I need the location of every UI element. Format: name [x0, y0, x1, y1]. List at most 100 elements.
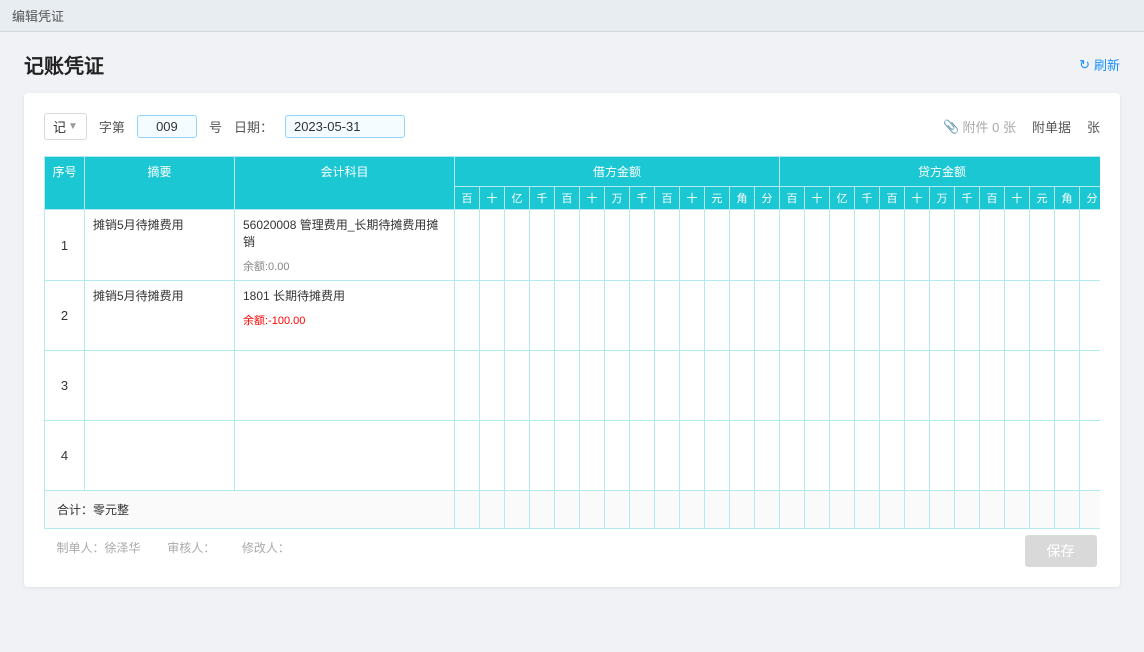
- debit-digit-cell-r3-c8[interactable]: [655, 421, 680, 491]
- credit-digit-cell-r1-c9[interactable]: [1005, 281, 1030, 351]
- credit-digit-cell-r3-c1[interactable]: [805, 421, 830, 491]
- debit-digit-cell-r0-c3[interactable]: [530, 210, 555, 281]
- debit-digit-cell-r2-c4[interactable]: [555, 351, 580, 421]
- credit-digit-cell-r1-c5[interactable]: [905, 281, 930, 351]
- credit-digit-cell-r2-c8[interactable]: [980, 351, 1005, 421]
- credit-digit-cell-r0-c9[interactable]: [1005, 210, 1030, 281]
- debit-digit-cell-r0-c10[interactable]: [705, 210, 730, 281]
- debit-digit-cell-r2-c9[interactable]: [680, 351, 705, 421]
- credit-digit-cell-r2-c7[interactable]: [955, 351, 980, 421]
- debit-digit-cell-r1-c11[interactable]: [730, 281, 755, 351]
- credit-digit-cell-r2-c0[interactable]: [780, 351, 805, 421]
- debit-digit-cell-r2-c6[interactable]: [605, 351, 630, 421]
- refresh-button[interactable]: ↻ 刷新: [1079, 55, 1120, 74]
- credit-digit-cell-r2-c10[interactable]: [1030, 351, 1055, 421]
- credit-digit-cell-r3-c2[interactable]: [830, 421, 855, 491]
- credit-digit-cell-r2-c3[interactable]: [855, 351, 880, 421]
- debit-digit-cell-r2-c0[interactable]: [455, 351, 480, 421]
- credit-digit-cell-r3-c4[interactable]: [880, 421, 905, 491]
- credit-digit-cell-r3-c7[interactable]: [955, 421, 980, 491]
- debit-digit-cell-r0-c0[interactable]: [455, 210, 480, 281]
- credit-digit-cell-r0-c0[interactable]: [780, 210, 805, 281]
- attachment-link[interactable]: 📎 附件 0 张: [943, 117, 1016, 136]
- debit-digit-cell-r1-c3[interactable]: [530, 281, 555, 351]
- credit-digit-cell-r0-c6[interactable]: [930, 210, 955, 281]
- debit-digit-cell-r0-c4[interactable]: [555, 210, 580, 281]
- voucher-type-dropdown[interactable]: 记 ▼: [44, 113, 87, 140]
- row-memo-0[interactable]: 摊销5月待摊费用: [85, 210, 235, 281]
- debit-digit-cell-r3-c9[interactable]: [680, 421, 705, 491]
- debit-digit-cell-r3-c3[interactable]: [530, 421, 555, 491]
- debit-digit-cell-r1-c1[interactable]: [480, 281, 505, 351]
- row-memo-2[interactable]: [85, 351, 235, 421]
- debit-digit-cell-r3-c0[interactable]: [455, 421, 480, 491]
- credit-digit-cell-r0-c5[interactable]: [905, 210, 930, 281]
- credit-digit-cell-r3-c8[interactable]: [980, 421, 1005, 491]
- debit-digit-cell-r0-c5[interactable]: [580, 210, 605, 281]
- credit-digit-cell-r2-c5[interactable]: [905, 351, 930, 421]
- debit-digit-cell-r0-c1[interactable]: [480, 210, 505, 281]
- credit-digit-cell-r1-c0[interactable]: [780, 281, 805, 351]
- credit-digit-cell-r2-c11[interactable]: [1055, 351, 1080, 421]
- debit-digit-cell-r1-c2[interactable]: [505, 281, 530, 351]
- row-subject-3[interactable]: [235, 421, 455, 491]
- debit-digit-cell-r0-c12[interactable]: [755, 210, 780, 281]
- credit-digit-cell-r0-c4[interactable]: [880, 210, 905, 281]
- credit-digit-cell-r1-c1[interactable]: [805, 281, 830, 351]
- credit-digit-cell-r1-c7[interactable]: [955, 281, 980, 351]
- credit-digit-cell-r1-c2[interactable]: [830, 281, 855, 351]
- debit-digit-cell-r3-c6[interactable]: [605, 421, 630, 491]
- debit-digit-cell-r1-c5[interactable]: [580, 281, 605, 351]
- row-subject-0[interactable]: 56020008 管理费用_长期待摊费用摊销余额:0.00: [235, 210, 455, 281]
- date-input[interactable]: [285, 115, 405, 138]
- debit-digit-cell-r3-c1[interactable]: [480, 421, 505, 491]
- debit-digit-cell-r0-c2[interactable]: [505, 210, 530, 281]
- credit-digit-cell-r0-c10[interactable]: [1030, 210, 1055, 281]
- credit-digit-cell-r0-c12[interactable]: [1080, 210, 1101, 281]
- credit-digit-cell-r2-c1[interactable]: [805, 351, 830, 421]
- debit-digit-cell-r3-c5[interactable]: [580, 421, 605, 491]
- debit-digit-cell-r2-c1[interactable]: [480, 351, 505, 421]
- credit-digit-cell-r0-c2[interactable]: [830, 210, 855, 281]
- debit-digit-cell-r3-c7[interactable]: [630, 421, 655, 491]
- credit-digit-cell-r2-c4[interactable]: [880, 351, 905, 421]
- credit-digit-cell-r1-c10[interactable]: [1030, 281, 1055, 351]
- credit-digit-cell-r0-c3[interactable]: [855, 210, 880, 281]
- credit-digit-cell-r0-c11[interactable]: [1055, 210, 1080, 281]
- credit-digit-cell-r3-c3[interactable]: [855, 421, 880, 491]
- debit-digit-cell-r1-c6[interactable]: [605, 281, 630, 351]
- credit-digit-cell-r0-c7[interactable]: [955, 210, 980, 281]
- debit-digit-cell-r0-c8[interactable]: [655, 210, 680, 281]
- credit-digit-cell-r1-c8[interactable]: [980, 281, 1005, 351]
- debit-digit-cell-r0-c7[interactable]: [630, 210, 655, 281]
- credit-digit-cell-r3-c6[interactable]: [930, 421, 955, 491]
- credit-digit-cell-r1-c6[interactable]: [930, 281, 955, 351]
- debit-digit-cell-r1-c10[interactable]: [705, 281, 730, 351]
- credit-digit-cell-r1-c11[interactable]: [1055, 281, 1080, 351]
- debit-digit-cell-r2-c8[interactable]: [655, 351, 680, 421]
- debit-digit-cell-r1-c7[interactable]: [630, 281, 655, 351]
- debit-digit-cell-r3-c11[interactable]: [730, 421, 755, 491]
- debit-digit-cell-r1-c9[interactable]: [680, 281, 705, 351]
- debit-digit-cell-r3-c10[interactable]: [705, 421, 730, 491]
- credit-digit-cell-r2-c9[interactable]: [1005, 351, 1030, 421]
- credit-digit-cell-r2-c6[interactable]: [930, 351, 955, 421]
- debit-digit-cell-r1-c8[interactable]: [655, 281, 680, 351]
- debit-digit-cell-r0-c6[interactable]: [605, 210, 630, 281]
- credit-digit-cell-r1-c12[interactable]: [1080, 281, 1101, 351]
- debit-digit-cell-r0-c9[interactable]: [680, 210, 705, 281]
- credit-digit-cell-r3-c9[interactable]: [1005, 421, 1030, 491]
- credit-digit-cell-r2-c12[interactable]: [1080, 351, 1101, 421]
- debit-digit-cell-r2-c2[interactable]: [505, 351, 530, 421]
- credit-digit-cell-r0-c1[interactable]: [805, 210, 830, 281]
- credit-digit-cell-r3-c0[interactable]: [780, 421, 805, 491]
- attach-single-button[interactable]: 附单据: [1032, 117, 1071, 136]
- debit-digit-cell-r2-c11[interactable]: [730, 351, 755, 421]
- debit-digit-cell-r0-c11[interactable]: [730, 210, 755, 281]
- credit-digit-cell-r2-c2[interactable]: [830, 351, 855, 421]
- debit-digit-cell-r1-c4[interactable]: [555, 281, 580, 351]
- credit-digit-cell-r3-c12[interactable]: [1080, 421, 1101, 491]
- credit-digit-cell-r1-c4[interactable]: [880, 281, 905, 351]
- debit-digit-cell-r2-c3[interactable]: [530, 351, 555, 421]
- debit-digit-cell-r2-c12[interactable]: [755, 351, 780, 421]
